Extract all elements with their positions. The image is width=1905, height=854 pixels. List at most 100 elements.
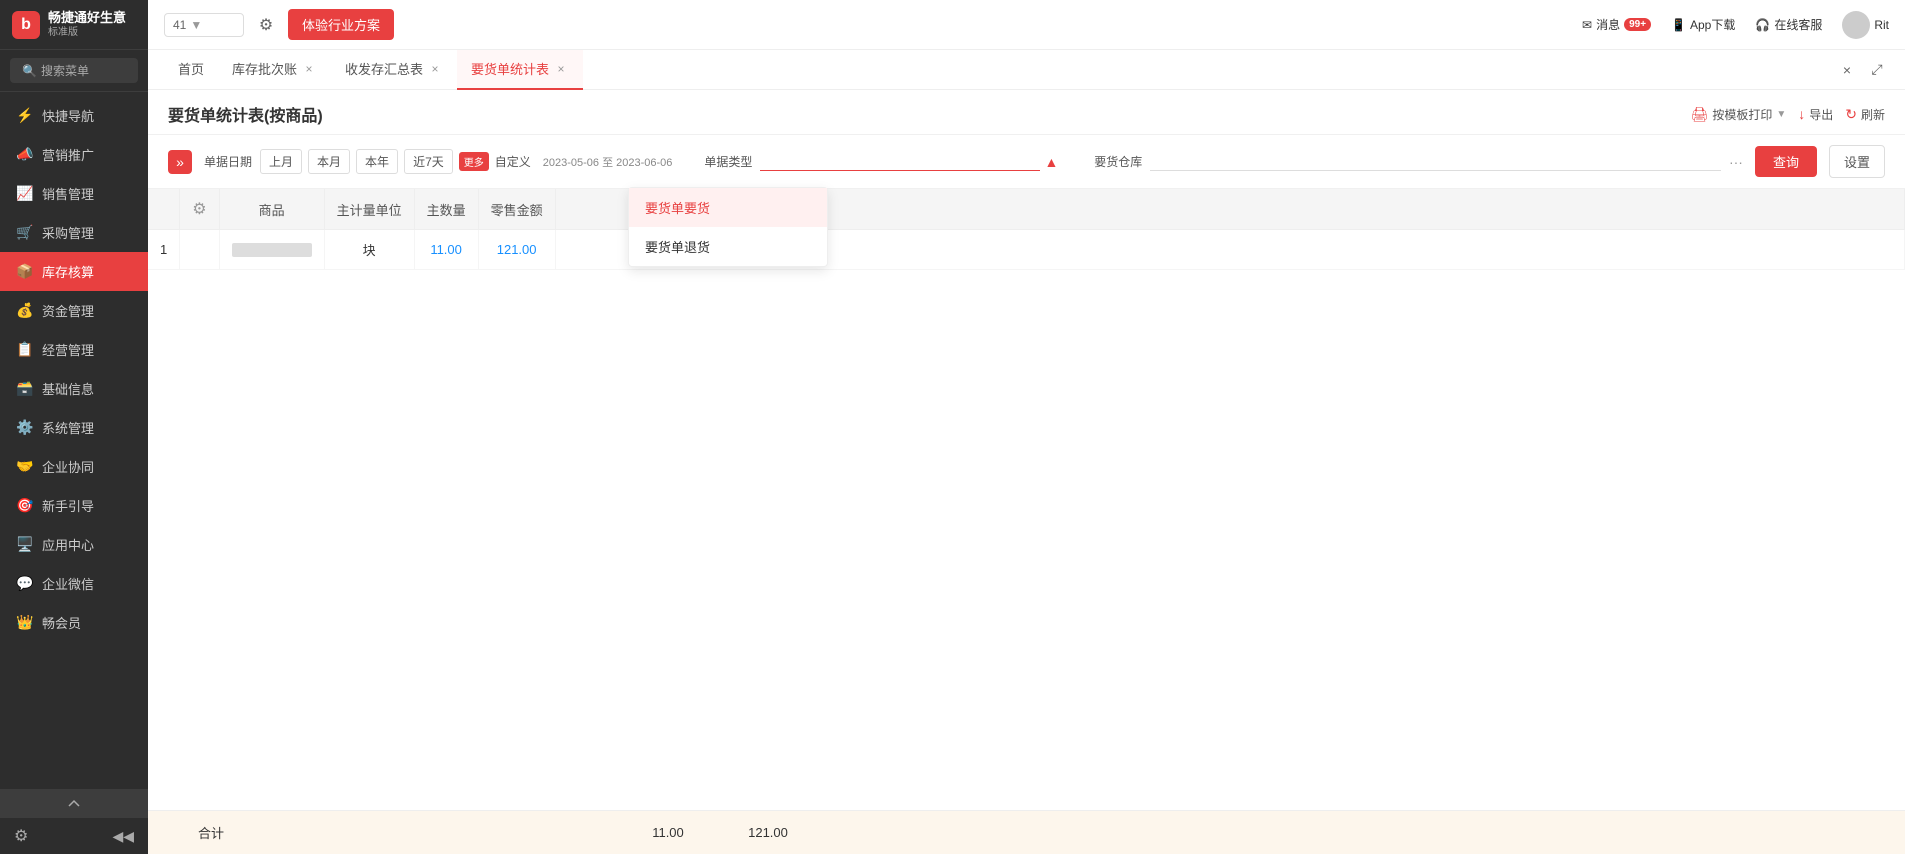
print-btn[interactable]: 🖨 按模板打印 ▼ bbox=[1691, 106, 1787, 123]
wechat-icon: 💬 bbox=[16, 575, 34, 593]
sidebar-item-quicknav[interactable]: ⚡ 快捷导航 bbox=[0, 96, 148, 135]
online-service-btn[interactable]: 🎧 在线客服 bbox=[1755, 16, 1822, 33]
warehouse-filter-label: 要货仓库 bbox=[1094, 153, 1142, 170]
appstore-icon: 🖥️ bbox=[16, 536, 34, 554]
sidebar-settings-btn[interactable]: ⚙ bbox=[14, 826, 28, 846]
tab-order-stat-label: 要货单统计表 bbox=[471, 59, 549, 78]
basic-icon: 🗃️ bbox=[16, 380, 34, 398]
tab-home-label: 首页 bbox=[178, 59, 204, 78]
enterprise-icon: 🤝 bbox=[16, 458, 34, 476]
sidebar-item-member-label: 畅会员 bbox=[42, 613, 81, 632]
sidebar-search-area[interactable]: 🔍 搜索菜单 bbox=[0, 50, 148, 92]
dropdown-item-order[interactable]: 要货单要货 bbox=[629, 188, 827, 227]
date-filter-options: 上月 本月 本年 近7天 更多 自定义 bbox=[260, 149, 531, 174]
search-icon: 🔍 bbox=[22, 64, 37, 78]
system-icon: ⚙️ bbox=[16, 419, 34, 437]
date-btn-this-month[interactable]: 本月 bbox=[308, 149, 350, 174]
sidebar-item-wechat[interactable]: 💬 企业微信 bbox=[0, 564, 148, 603]
topbar-settings-btn[interactable]: ⚙ bbox=[252, 11, 280, 39]
sidebar-item-appstore[interactable]: 🖥️ 应用中心 bbox=[0, 525, 148, 564]
user-profile[interactable]: Rit bbox=[1842, 11, 1889, 39]
sidebar-item-inventory[interactable]: 📦 库存核算 bbox=[0, 252, 148, 291]
sidebar-item-enterprise[interactable]: 🤝 企业协同 bbox=[0, 447, 148, 486]
date-btn-last-month[interactable]: 上月 bbox=[260, 149, 302, 174]
sidebar-item-marketing[interactable]: 📣 营销推广 bbox=[0, 135, 148, 174]
breadcrumb-value: 41 bbox=[173, 18, 186, 32]
sidebar-item-member[interactable]: 👑 畅会员 bbox=[0, 603, 148, 642]
sidebar-item-enterprise-label: 企业协同 bbox=[42, 457, 94, 476]
brand-sub: 标准版 bbox=[48, 26, 126, 39]
sidebar-item-finance-label: 资金管理 bbox=[42, 301, 94, 320]
breadcrumb-select[interactable]: 41 ▼ bbox=[164, 13, 244, 37]
marketing-icon: 📣 bbox=[16, 146, 34, 164]
date-custom-btn[interactable]: 自定义 bbox=[495, 153, 531, 170]
warehouse-filter-group: 要货仓库 ··· bbox=[1094, 152, 1743, 171]
sidebar-item-wechat-label: 企业微信 bbox=[42, 574, 94, 593]
type-select-wrapper: ▲ bbox=[760, 152, 1062, 171]
footer-total-label: 合计 bbox=[198, 826, 224, 841]
tab-order-stat[interactable]: 要货单统计表 × bbox=[457, 50, 583, 90]
filter-expand-btn[interactable]: » bbox=[168, 150, 192, 174]
tab-batch[interactable]: 库存批次账 × bbox=[218, 50, 331, 90]
sidebar-item-basic[interactable]: 🗃️ 基础信息 bbox=[0, 369, 148, 408]
sidebar-scroll-up[interactable] bbox=[0, 789, 148, 817]
print-label: 按模板打印 bbox=[1712, 106, 1772, 123]
app-download-btn[interactable]: 📱 App下载 bbox=[1671, 16, 1735, 33]
refresh-btn[interactable]: ↻ 刷新 bbox=[1845, 106, 1885, 123]
tab-receive[interactable]: 收发存汇总表 × bbox=[331, 50, 457, 90]
warehouse-input[interactable] bbox=[1150, 152, 1721, 171]
print-icon: 🖨 bbox=[1691, 106, 1709, 123]
data-table: ⚙ 商品 主计量单位 主数量 零售金额 1 bbox=[148, 189, 1905, 270]
page-actions: 🖨 按模板打印 ▼ ↓ 导出 ↻ 刷新 bbox=[1691, 106, 1885, 123]
date-btn-last-7days[interactable]: 近7天 bbox=[404, 149, 453, 174]
tabbar-end: × ⤢ bbox=[1835, 58, 1889, 82]
date-more-badge[interactable]: 更多 bbox=[459, 152, 489, 171]
table-footer: 合计 11.00 121.00 bbox=[148, 810, 1905, 854]
tab-maximize-btn[interactable]: ⤢ bbox=[1865, 58, 1889, 82]
refresh-icon: ↻ bbox=[1845, 106, 1857, 123]
operation-icon: 📋 bbox=[16, 341, 34, 359]
sidebar-item-purchase[interactable]: 🛒 采购管理 bbox=[0, 213, 148, 252]
tab-order-stat-close[interactable]: × bbox=[553, 61, 569, 77]
sidebar-item-quicknav-label: 快捷导航 bbox=[42, 106, 94, 125]
cell-product bbox=[219, 230, 324, 270]
user-avatar bbox=[1842, 11, 1870, 39]
tab-close-all-btn[interactable]: × bbox=[1835, 58, 1859, 82]
sidebar-item-finance[interactable]: 💰 资金管理 bbox=[0, 291, 148, 330]
sidebar-item-operation[interactable]: 📋 经营管理 bbox=[0, 330, 148, 369]
setup-btn[interactable]: 设置 bbox=[1829, 145, 1885, 178]
tab-receive-close[interactable]: × bbox=[427, 61, 443, 77]
export-label: 导出 bbox=[1809, 106, 1833, 123]
qty-link[interactable]: 11.00 bbox=[430, 242, 462, 257]
page-container: 要货单统计表(按商品) 🖨 按模板打印 ▼ ↓ 导出 ↻ 刷新 bbox=[148, 90, 1905, 854]
quicknav-icon: ⚡ bbox=[16, 107, 34, 125]
sales-icon: 📈 bbox=[16, 185, 34, 203]
purchase-icon: 🛒 bbox=[16, 224, 34, 242]
page-header: 要货单统计表(按商品) 🖨 按模板打印 ▼ ↓ 导出 ↻ 刷新 bbox=[148, 90, 1905, 135]
messages-btn[interactable]: ✉ 消息 99+ bbox=[1582, 16, 1651, 33]
tab-batch-close[interactable]: × bbox=[301, 61, 317, 77]
type-select-input[interactable] bbox=[760, 152, 1040, 171]
trial-btn[interactable]: 体验行业方案 bbox=[288, 9, 394, 40]
cell-unit: 块 bbox=[324, 230, 414, 270]
query-btn[interactable]: 查询 bbox=[1755, 146, 1817, 177]
type-select-arrow[interactable]: ▲ bbox=[1040, 154, 1062, 170]
sidebar-item-sales[interactable]: 📈 销售管理 bbox=[0, 174, 148, 213]
date-btn-this-year[interactable]: 本年 bbox=[356, 149, 398, 174]
type-filter-label: 单据类型 bbox=[704, 153, 752, 170]
tab-home[interactable]: 首页 bbox=[164, 50, 218, 90]
column-settings-icon[interactable]: ⚙ bbox=[192, 201, 206, 218]
filter-more-btn[interactable]: ··· bbox=[1729, 154, 1743, 170]
sidebar-item-system[interactable]: ⚙️ 系统管理 bbox=[0, 408, 148, 447]
date-filter-label: 单据日期 bbox=[204, 153, 252, 170]
online-service-label: 在线客服 bbox=[1774, 16, 1822, 33]
sidebar-item-newbie[interactable]: 🎯 新手引导 bbox=[0, 486, 148, 525]
table-container: ⚙ 商品 主计量单位 主数量 零售金额 1 bbox=[148, 189, 1905, 270]
export-icon: ↓ bbox=[1798, 106, 1805, 122]
search-menu-btn[interactable]: 🔍 搜索菜单 bbox=[10, 58, 138, 83]
amount-link[interactable]: 121.00 bbox=[497, 242, 537, 257]
topbar-right: ✉ 消息 99+ 📱 App下载 🎧 在线客服 Rit bbox=[1582, 11, 1889, 39]
dropdown-item-return[interactable]: 要货单退货 bbox=[629, 227, 827, 266]
export-btn[interactable]: ↓ 导出 bbox=[1798, 106, 1833, 123]
sidebar-collapse-btn[interactable]: ◀◀ bbox=[112, 828, 134, 845]
